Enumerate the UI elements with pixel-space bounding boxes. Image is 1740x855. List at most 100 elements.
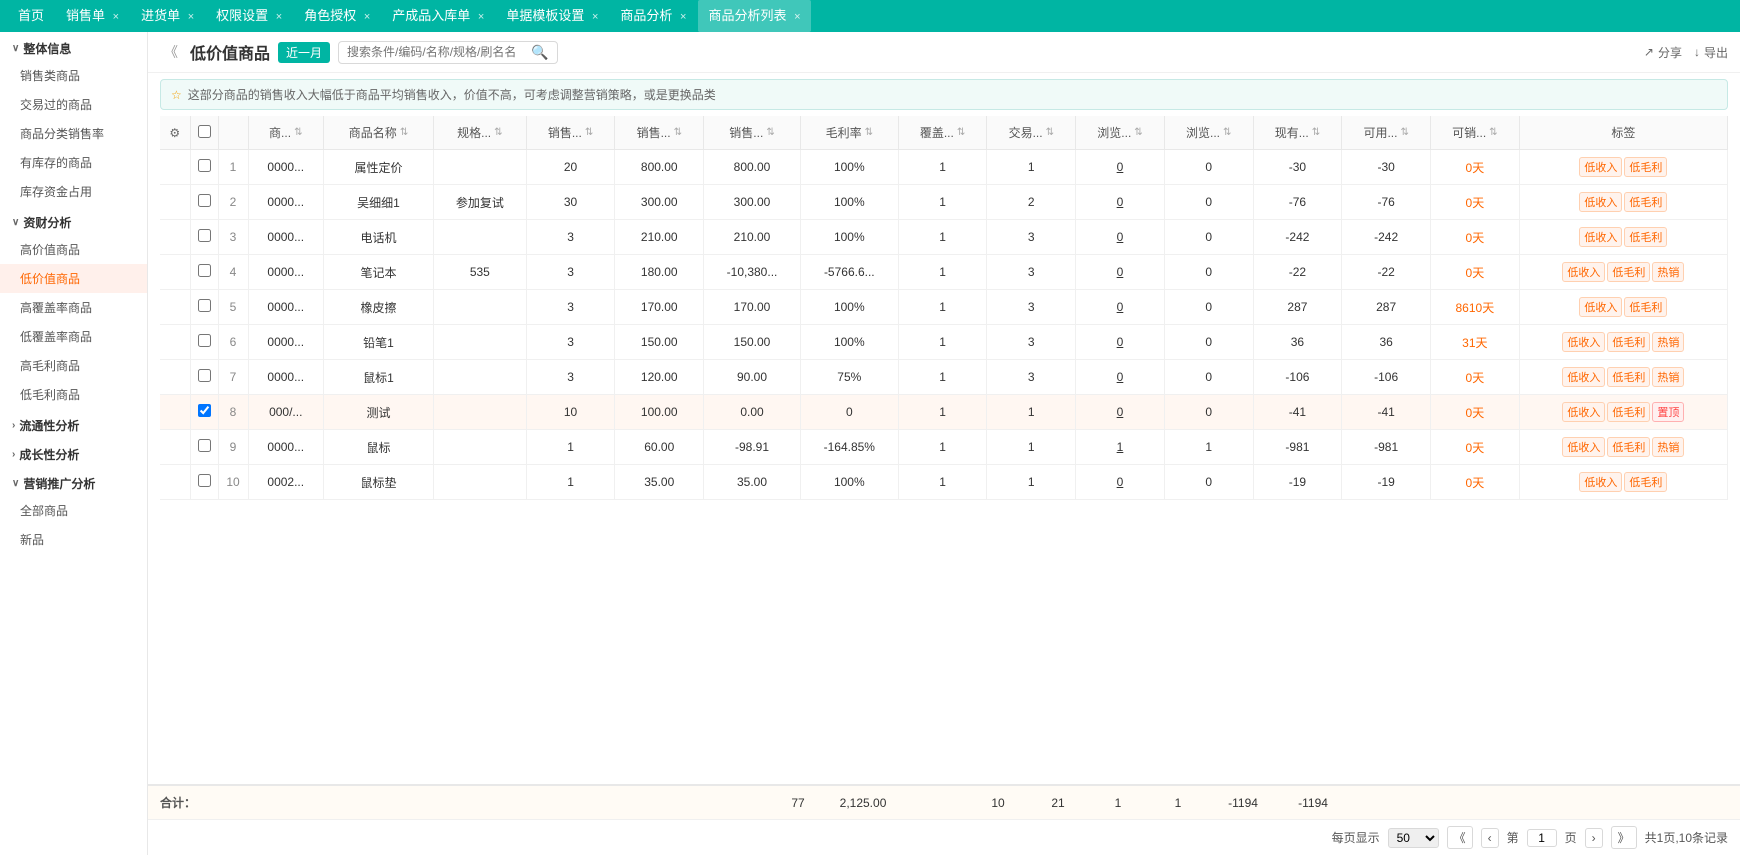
sort-icon[interactable]: ⇅	[585, 127, 593, 138]
cell-browse1[interactable]: 0	[1076, 395, 1165, 430]
row-checkbox[interactable]	[198, 194, 211, 207]
sort-icon[interactable]: ⇅	[294, 127, 302, 138]
sort-icon[interactable]: ⇅	[865, 127, 873, 138]
col-sale-qty[interactable]: 销售...⇅	[526, 116, 615, 150]
sort-icon[interactable]: ⇅	[1312, 127, 1320, 138]
sort-icon[interactable]: ⇅	[400, 127, 408, 138]
browse1-link[interactable]: 0	[1117, 160, 1124, 174]
cell-checkbox[interactable]	[190, 290, 218, 325]
first-page-button[interactable]: 《	[1447, 826, 1473, 849]
collapse-button[interactable]: 《	[160, 40, 182, 64]
close-icon[interactable]: ×	[364, 11, 370, 23]
col-settings[interactable]: ⚙	[160, 116, 190, 150]
col-sale-amt[interactable]: 销售...⇅	[615, 116, 704, 150]
sidebar-item-low-value[interactable]: 低价值商品	[0, 264, 147, 293]
col-name[interactable]: 商品名称⇅	[324, 116, 434, 150]
cell-checkbox[interactable]	[190, 430, 218, 465]
search-input[interactable]	[347, 45, 527, 59]
search-icon[interactable]: 🔍	[531, 44, 548, 61]
row-checkbox[interactable]	[198, 229, 211, 242]
row-checkbox[interactable]	[198, 404, 211, 417]
sort-icon[interactable]: ⇅	[494, 127, 502, 138]
sidebar-group-marketing[interactable]: ∨ 营销推广分析	[0, 467, 147, 496]
cell-checkbox[interactable]	[190, 220, 218, 255]
nav-permission-settings[interactable]: 权限设置 ×	[206, 0, 292, 32]
sidebar-item-traded-products[interactable]: 交易过的商品	[0, 90, 147, 119]
cell-browse1[interactable]: 0	[1076, 290, 1165, 325]
browse1-link[interactable]: 0	[1117, 265, 1124, 279]
sort-icon[interactable]: ⇅	[1134, 127, 1142, 138]
nav-order-template[interactable]: 单据模板设置 ×	[496, 0, 608, 32]
row-checkbox[interactable]	[198, 334, 211, 347]
sort-icon[interactable]: ⇅	[957, 127, 965, 138]
row-checkbox[interactable]	[198, 299, 211, 312]
cell-browse1[interactable]: 0	[1076, 185, 1165, 220]
sort-icon[interactable]: ⇅	[674, 127, 682, 138]
sort-icon[interactable]: ⇅	[1046, 127, 1054, 138]
browse1-link[interactable]: 0	[1117, 405, 1124, 419]
sidebar-item-new-products[interactable]: 新品	[0, 525, 147, 554]
row-checkbox[interactable]	[198, 369, 211, 382]
cell-checkbox[interactable]	[190, 360, 218, 395]
gear-icon[interactable]: ⚙	[169, 126, 180, 140]
cell-browse1[interactable]: 0	[1076, 220, 1165, 255]
browse1-link[interactable]: 0	[1117, 370, 1124, 384]
sidebar-group-asset[interactable]: ∨ 资财分析	[0, 206, 147, 235]
select-all-checkbox[interactable]	[198, 125, 211, 138]
sort-icon[interactable]: ⇅	[1489, 127, 1497, 138]
sidebar-item-high-margin[interactable]: 高毛利商品	[0, 351, 147, 380]
browse1-link[interactable]: 1	[1117, 440, 1124, 454]
col-browse1[interactable]: 浏览...⇅	[1076, 116, 1165, 150]
export-button[interactable]: ↓ 导出	[1694, 44, 1728, 61]
cell-browse1[interactable]: 0	[1076, 465, 1165, 500]
cell-browse1[interactable]: 0	[1076, 325, 1165, 360]
close-icon[interactable]: ×	[592, 11, 598, 23]
prev-page-button[interactable]: ‹	[1481, 828, 1499, 848]
sidebar-group-growth[interactable]: › 成长性分析	[0, 438, 147, 467]
per-page-select[interactable]: 50 100 200	[1388, 828, 1439, 848]
sidebar-item-all-products[interactable]: 全部商品	[0, 496, 147, 525]
col-checkbox[interactable]	[190, 116, 218, 150]
close-icon[interactable]: ×	[794, 11, 800, 23]
nav-purchase-order[interactable]: 进货单 ×	[131, 0, 204, 32]
sidebar-item-high-value[interactable]: 高价值商品	[0, 235, 147, 264]
col-saleable[interactable]: 可销...⇅	[1431, 116, 1520, 150]
cell-checkbox[interactable]	[190, 465, 218, 500]
cell-checkbox[interactable]	[190, 395, 218, 430]
sidebar-item-low-coverage[interactable]: 低覆盖率商品	[0, 322, 147, 351]
col-available[interactable]: 可用...⇅	[1342, 116, 1431, 150]
sidebar-item-stock-capital[interactable]: 库存资金占用	[0, 177, 147, 206]
close-icon[interactable]: ×	[478, 11, 484, 23]
sidebar-item-category-sales-rate[interactable]: 商品分类销售率	[0, 119, 147, 148]
row-checkbox[interactable]	[198, 474, 211, 487]
close-icon[interactable]: ×	[188, 11, 194, 23]
next-page-button[interactable]: ›	[1585, 828, 1603, 848]
cell-checkbox[interactable]	[190, 325, 218, 360]
col-code[interactable]: 商...⇅	[248, 116, 324, 150]
close-icon[interactable]: ×	[680, 11, 686, 23]
col-browse2[interactable]: 浏览...⇅	[1164, 116, 1253, 150]
cell-checkbox[interactable]	[190, 185, 218, 220]
page-number-input[interactable]	[1527, 829, 1557, 847]
cell-checkbox[interactable]	[190, 150, 218, 185]
col-coverage[interactable]: 覆盖...⇅	[898, 116, 987, 150]
close-icon[interactable]: ×	[276, 11, 282, 23]
sidebar-item-high-coverage[interactable]: 高覆盖率商品	[0, 293, 147, 322]
row-checkbox[interactable]	[198, 439, 211, 452]
sidebar-group-overall[interactable]: ∨ 整体信息	[0, 32, 147, 61]
col-sale-profit[interactable]: 销售...⇅	[704, 116, 801, 150]
col-current-stock[interactable]: 现有...⇅	[1253, 116, 1342, 150]
nav-home[interactable]: 首页	[8, 0, 54, 32]
sidebar-item-low-margin[interactable]: 低毛利商品	[0, 380, 147, 409]
browse1-link[interactable]: 0	[1117, 195, 1124, 209]
close-icon[interactable]: ×	[113, 11, 119, 23]
cell-checkbox[interactable]	[190, 255, 218, 290]
col-spec[interactable]: 规格...⇅	[434, 116, 527, 150]
nav-product-inbound[interactable]: 产成品入库单 ×	[382, 0, 494, 32]
row-checkbox[interactable]	[198, 159, 211, 172]
cell-browse1[interactable]: 1	[1076, 430, 1165, 465]
sidebar-group-liquidity[interactable]: › 流通性分析	[0, 409, 147, 438]
cell-browse1[interactable]: 0	[1076, 255, 1165, 290]
nav-product-analysis[interactable]: 商品分析 ×	[610, 0, 696, 32]
browse1-link[interactable]: 0	[1117, 300, 1124, 314]
